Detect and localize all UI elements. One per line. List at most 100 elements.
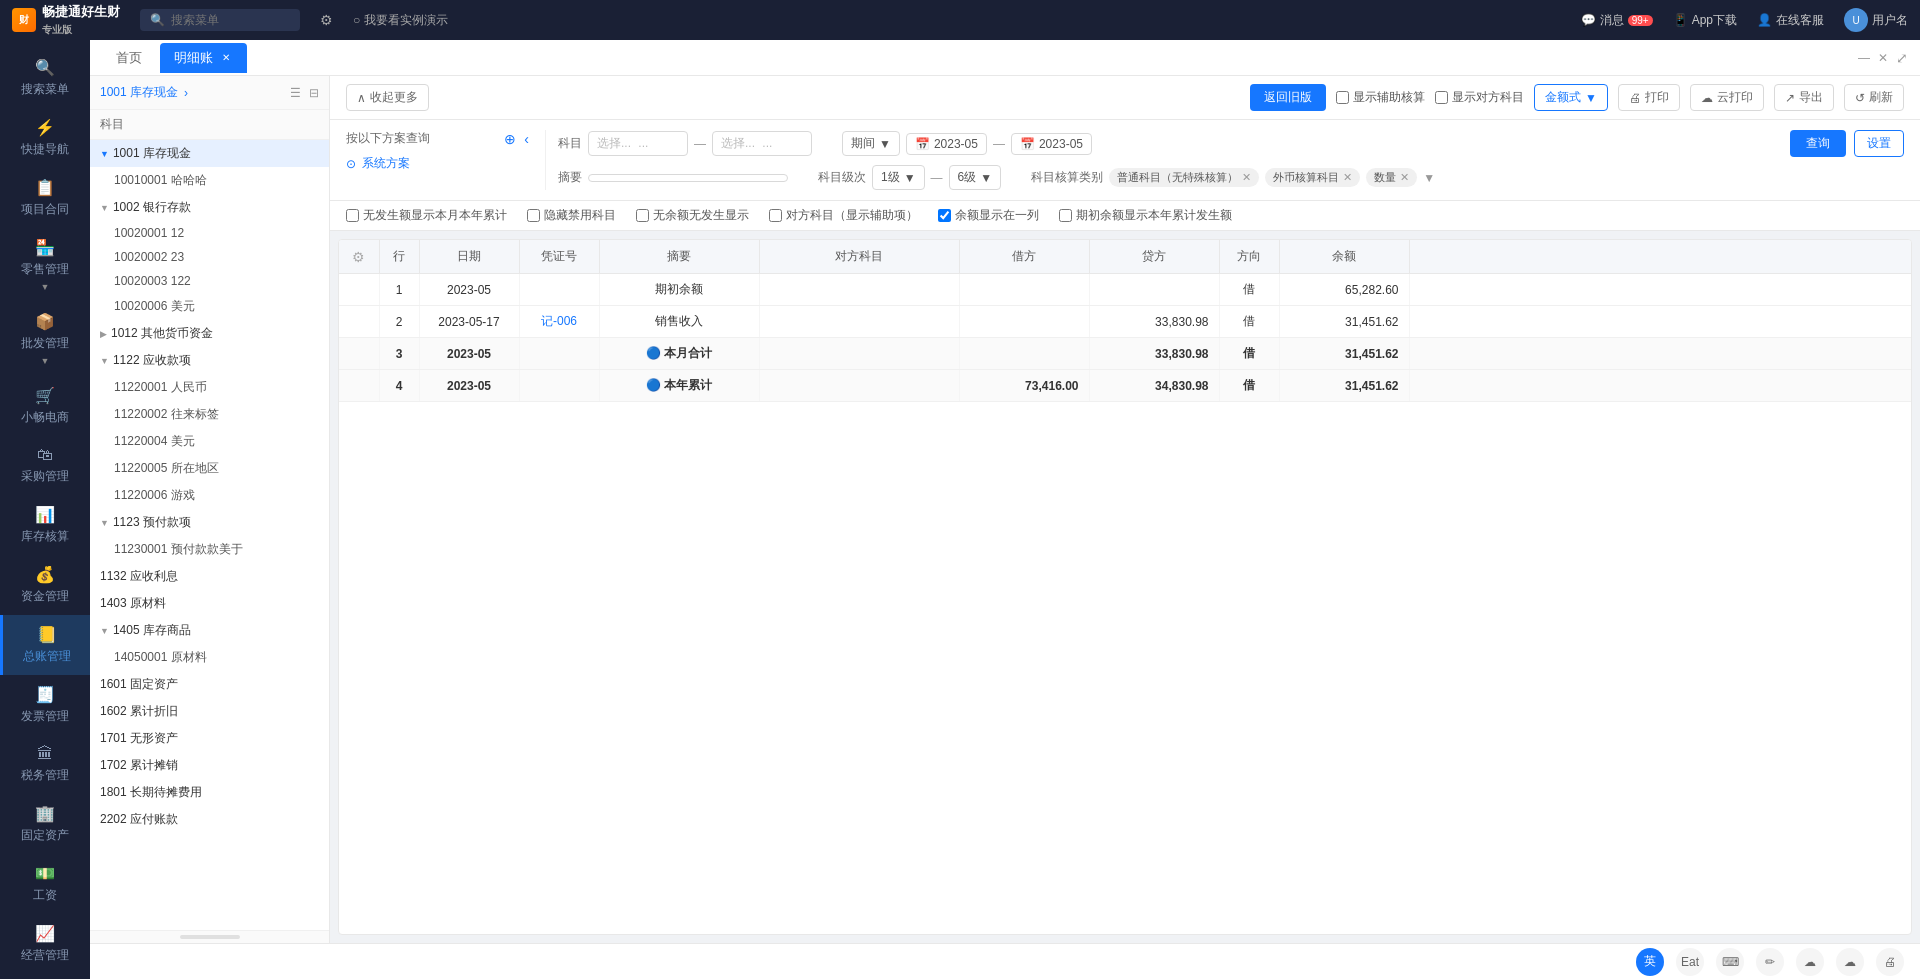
sidebar-item-quick-nav[interactable]: ⚡ 快捷导航 [0, 108, 90, 168]
sidebar-item-ledger[interactable]: 📒 总账管理 [0, 615, 90, 675]
summary-input[interactable] [588, 174, 788, 182]
sidebar-item-ecommerce[interactable]: 🛒 小畅电商 [0, 376, 90, 436]
tree-list-icon[interactable]: ☰ [290, 86, 301, 100]
period-end-date[interactable]: 📅 2023-05 [1011, 133, 1092, 155]
sidebar-item-purchase[interactable]: 🛍 采购管理 [0, 436, 90, 495]
window-close-btn[interactable]: ✕ [1878, 51, 1888, 65]
tree-node-2202[interactable]: 2202 应付账款 [90, 806, 329, 833]
tree-collapse-icon[interactable]: ⊟ [309, 86, 319, 100]
sidebar-item-operations[interactable]: 📈 经营管理 [0, 914, 90, 974]
tag-close-icon[interactable]: ✕ [1242, 171, 1251, 184]
opt-no-balance2-input[interactable] [636, 209, 649, 222]
tab-detail[interactable]: 明细账 ✕ [160, 43, 247, 73]
opt-no-balance-input[interactable] [346, 209, 359, 222]
tree-node-10020006[interactable]: 10020006 美元 [90, 293, 329, 320]
demo-link[interactable]: ○ 我要看实例演示 [353, 12, 448, 29]
tab-home[interactable]: 首页 [102, 43, 156, 73]
opt-balance-col[interactable]: 余额显示在一列 [938, 207, 1039, 224]
menu-search-box[interactable]: 🔍 [140, 9, 300, 31]
sidebar-item-retail[interactable]: 🏪 零售管理 ▼ [0, 228, 90, 302]
cloud2-btn[interactable]: ☁ [1836, 948, 1864, 976]
window-minimize-btn[interactable]: — [1858, 51, 1870, 65]
sidebar-item-invoice[interactable]: 🧾 发票管理 [0, 675, 90, 735]
settings-btn[interactable]: 设置 [1854, 130, 1904, 157]
tree-node-1602[interactable]: 1602 累计折旧 [90, 698, 329, 725]
tree-scrollbar[interactable] [180, 935, 240, 939]
opt-hide-disabled[interactable]: 隐藏禁用科目 [527, 207, 616, 224]
edit-btn[interactable]: ✏ [1756, 948, 1784, 976]
opt-period-open-input[interactable] [1059, 209, 1072, 222]
sidebar-item-search[interactable]: 🔍 搜索菜单 [0, 48, 90, 108]
tree-node-1132[interactable]: 1132 应收利息 [90, 563, 329, 590]
online-service-btn[interactable]: 👤 在线客服 [1757, 12, 1824, 29]
tree-node-10010001[interactable]: 10010001 哈哈哈 [90, 167, 329, 194]
lang-switch-btn[interactable]: 英 [1636, 948, 1664, 976]
tag-normal-subject[interactable]: 普通科目（无特殊核算） ✕ [1109, 168, 1259, 187]
show-aux-input[interactable] [1336, 91, 1349, 104]
tree-node-10020001[interactable]: 10020001 12 [90, 221, 329, 245]
tree-node-1801[interactable]: 1801 长期待摊费用 [90, 779, 329, 806]
scheme-collapse-icon[interactable]: ‹ [524, 131, 529, 147]
lang-cn-btn[interactable]: Eat [1676, 948, 1704, 976]
opt-no-balance[interactable]: 无发生额显示本月本年累计 [346, 207, 507, 224]
menu-search-input[interactable] [171, 13, 291, 27]
keyboard-icon-btn[interactable]: ⌨ [1716, 948, 1744, 976]
search-btn[interactable]: 查询 [1790, 130, 1846, 157]
tree-node-1601[interactable]: 1601 固定资产 [90, 671, 329, 698]
window-expand-btn[interactable]: ⤢ [1896, 50, 1908, 66]
tree-node-14050001[interactable]: 14050001 原材料 [90, 644, 329, 671]
tree-node-11220004[interactable]: 11220004 美元 [90, 428, 329, 455]
cloud-btn[interactable]: ☁ [1796, 948, 1824, 976]
th-settings[interactable]: ⚙ [339, 240, 379, 274]
sidebar-item-salary[interactable]: 💵 工资 [0, 854, 90, 914]
opt-balance-col-input[interactable] [938, 209, 951, 222]
sidebar-item-fixed-asset[interactable]: 🏢 固定资产 [0, 794, 90, 854]
tree-node-11220006[interactable]: 11220006 游戏 [90, 482, 329, 509]
period-start-date[interactable]: 📅 2023-05 [906, 133, 987, 155]
tag-close-icon[interactable]: ✕ [1400, 171, 1409, 184]
quantity-chevron-icon[interactable]: ▼ [1423, 171, 1435, 185]
td-voucher[interactable]: 记-006 [519, 306, 599, 338]
show-opposite-input[interactable] [1435, 91, 1448, 104]
opt-no-balance2[interactable]: 无余额无发生显示 [636, 207, 749, 224]
tree-node-1405[interactable]: ▼ 1405 库存商品 [90, 617, 329, 644]
return-old-btn[interactable]: 返回旧版 [1250, 84, 1326, 111]
subject-input-end[interactable]: 选择... ... [712, 131, 812, 156]
tree-node-1002[interactable]: ▼ 1002 银行存款 [90, 194, 329, 221]
export-btn[interactable]: ↗ 导出 [1774, 84, 1834, 111]
tree-node-11220005[interactable]: 11220005 所在地区 [90, 455, 329, 482]
tree-list[interactable]: ▼ 1001 库存现金 10010001 哈哈哈 ▼ 1002 银行存款 100… [90, 140, 329, 930]
tab-close-icon[interactable]: ✕ [219, 51, 233, 65]
tree-node-10020003[interactable]: 10020003 122 [90, 269, 329, 293]
level-end-select[interactable]: 6级 ▼ [949, 165, 1002, 190]
level-start-select[interactable]: 1级 ▼ [872, 165, 925, 190]
tree-node-11220002[interactable]: 11220002 往来标签 [90, 401, 329, 428]
opt-opposite-input[interactable] [769, 209, 782, 222]
table-container[interactable]: ⚙ 行 日期 凭证号 摘要 对方科目 借方 贷方 方向 余额 [338, 239, 1912, 935]
tree-node-1403[interactable]: 1403 原材料 [90, 590, 329, 617]
opt-period-open[interactable]: 期初余额显示本年累计发生额 [1059, 207, 1232, 224]
selected-account[interactable]: 1001 库存现金 › [100, 84, 188, 101]
tag-close-icon[interactable]: ✕ [1343, 171, 1352, 184]
refresh-btn[interactable]: ↺ 刷新 [1844, 84, 1904, 111]
sidebar-item-wholesale[interactable]: 📦 批发管理 ▼ [0, 302, 90, 376]
tree-node-10020002[interactable]: 10020002 23 [90, 245, 329, 269]
show-opposite-checkbox[interactable]: 显示对方科目 [1435, 89, 1524, 106]
sidebar-item-tax[interactable]: 🏛 税务管理 [0, 735, 90, 794]
show-aux-checkbox[interactable]: 显示辅助核算 [1336, 89, 1425, 106]
tree-node-1001[interactable]: ▼ 1001 库存现金 [90, 140, 329, 167]
tree-node-1123[interactable]: ▼ 1123 预付款项 [90, 509, 329, 536]
voucher-link[interactable]: 记-006 [541, 314, 577, 328]
gear-icon-btn[interactable]: ⚙ [316, 8, 337, 32]
tree-node-1122[interactable]: ▼ 1122 应收款项 [90, 347, 329, 374]
tag-foreign-currency[interactable]: 外币核算科目 ✕ [1265, 168, 1360, 187]
collapse-more-btn[interactable]: ∧ 收起更多 [346, 84, 429, 111]
scheme-settings-icon[interactable]: ⊕ [504, 131, 516, 147]
period-type-select[interactable]: 期间 ▼ [842, 131, 900, 156]
tree-node-11230001[interactable]: 11230001 预付款款美于 [90, 536, 329, 563]
opt-hide-disabled-input[interactable] [527, 209, 540, 222]
tag-quantity[interactable]: 数量 ✕ [1366, 168, 1417, 187]
filter-scheme-item[interactable]: ⊙ 系统方案 [346, 155, 533, 172]
amount-style-btn[interactable]: 金额式 ▼ [1534, 84, 1608, 111]
app-download-btn[interactable]: 📱 App下载 [1673, 12, 1737, 29]
